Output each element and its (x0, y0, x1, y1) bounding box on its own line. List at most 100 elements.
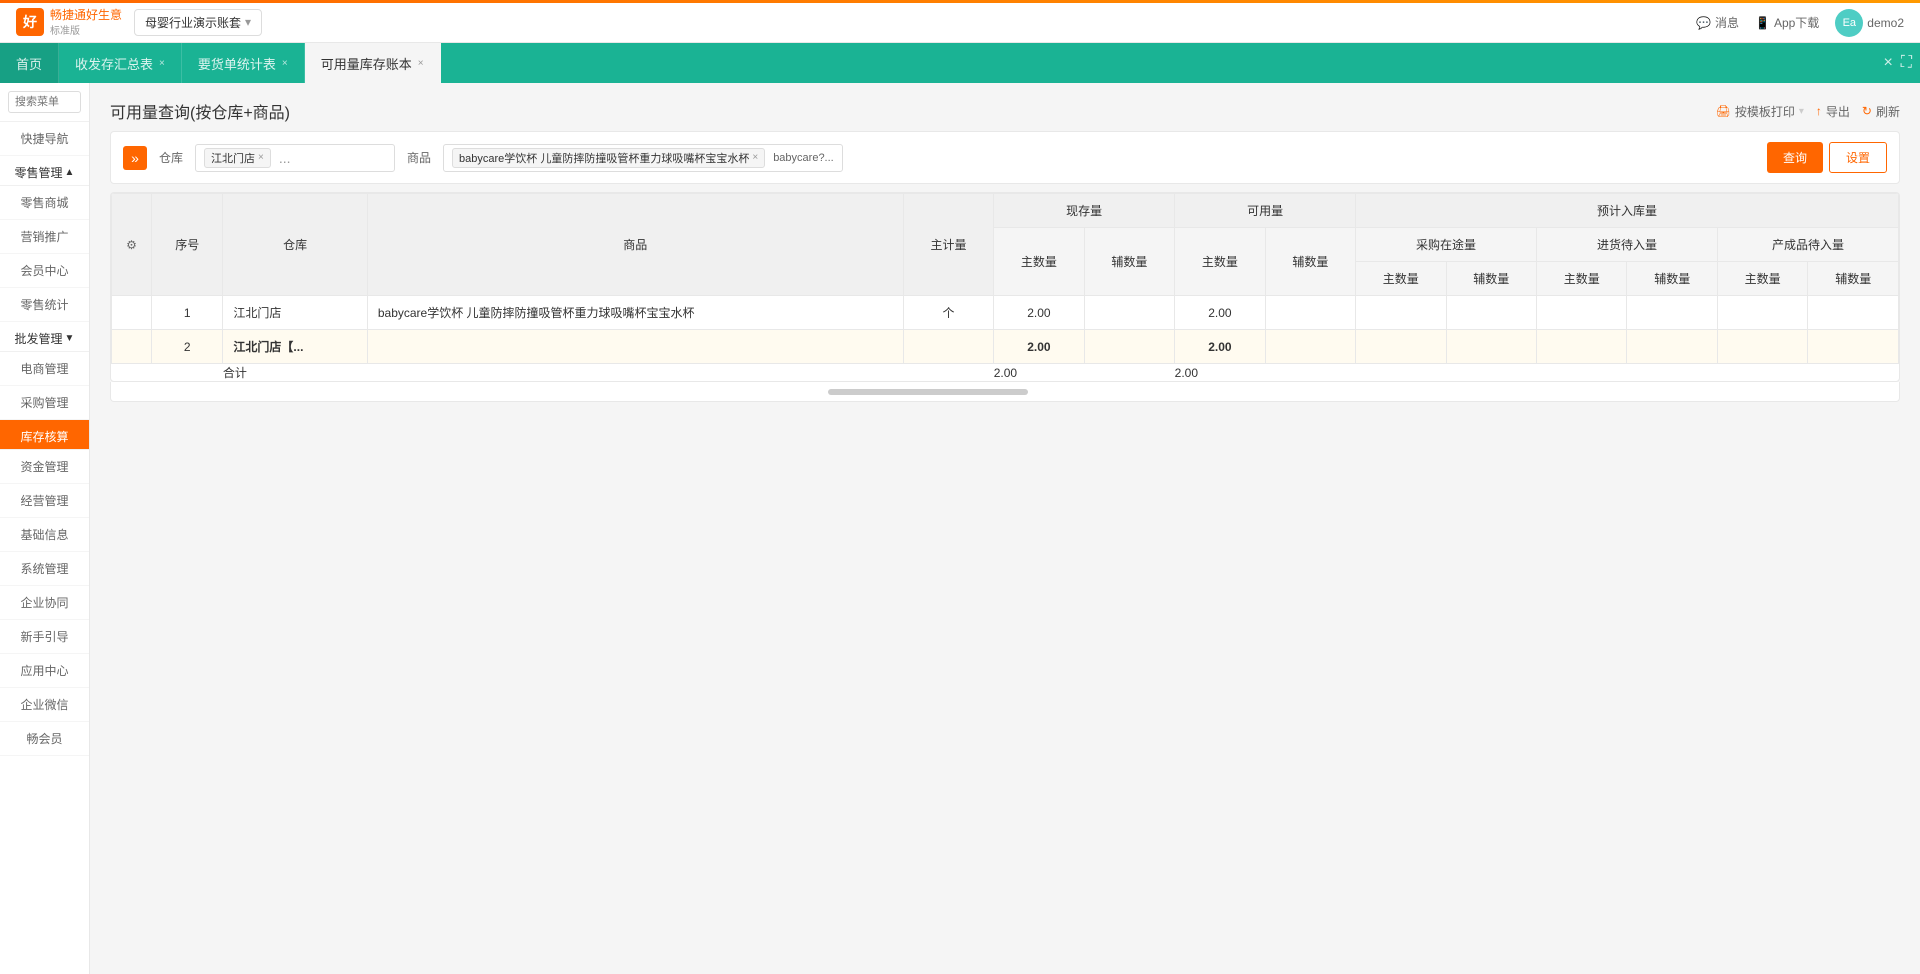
sidebar-item-new-guide[interactable]: 新手引导 (0, 620, 89, 654)
app-download-button[interactable]: 📱 App下载 (1755, 14, 1819, 31)
sidebar-item-member-center[interactable]: 会员中心 (0, 254, 89, 288)
footer-avail-main: 2.00 (1175, 364, 1265, 382)
col-unit: 主计量 (903, 194, 993, 296)
footer-avail-aux (1265, 364, 1355, 382)
nav-tabs: 首页 收发存汇总表 × 要货单统计表 × 可用量库存账本 × × ⛶ (0, 43, 1920, 83)
mobile-icon: 📱 (1755, 16, 1770, 30)
tab-home[interactable]: 首页 (0, 43, 59, 83)
sidebar-item-ecommerce-mgmt[interactable]: 电商管理 (0, 352, 89, 386)
industry-selector[interactable]: 母婴行业演示账套 ▾ (134, 9, 262, 36)
warehouse-dots[interactable]: ... (279, 150, 291, 166)
col-warehouse: 仓库 (223, 194, 367, 296)
sidebar-item-retail-mall[interactable]: 零售商城 (0, 186, 89, 220)
col-incoming-aux: 辅数量 (1627, 262, 1717, 296)
cell-warehouse-2: 江北门店【... (223, 330, 367, 364)
chevron-down-icon: ▾ (245, 15, 251, 29)
logo-sub: 标准版 (50, 22, 122, 37)
sidebar-item-enterprise-collab[interactable]: 企业协同 (0, 586, 89, 620)
product-filter-input[interactable]: babycare学饮杯 儿童防摔防撞吸管杯重力球吸嘴杯宝宝水杯 × babyca… (443, 144, 843, 172)
close-all-tabs-icon[interactable]: × (1883, 54, 1892, 72)
footer-label: 合计 (223, 364, 367, 382)
horizontal-scrollbar[interactable] (828, 389, 1028, 395)
cell-incoming-aux-1 (1627, 296, 1717, 330)
table-header-row-1: ⚙ 序号 仓库 商品 主计量 现存量 可用量 预计入库量 (112, 194, 1899, 228)
cell-purchase-main-1 (1356, 296, 1446, 330)
tab-close-order-stats[interactable]: × (282, 58, 288, 69)
product-extra: babycare?... (773, 152, 834, 164)
col-product: 商品 (367, 194, 903, 296)
sidebar: 快捷导航 零售管理 ▲ 零售商城 营销推广 会员中心 零售统计 批发管理 ▼ 电… (0, 83, 90, 974)
sidebar-item-system-mgmt[interactable]: 系统管理 (0, 552, 89, 586)
sidebar-item-inventory-check[interactable]: 库存核算 (0, 420, 89, 450)
message-icon: 💬 (1696, 16, 1711, 30)
tab-available-inventory[interactable]: 可用量库存账本 × (305, 43, 441, 83)
cell-product-2 (367, 330, 903, 364)
query-button[interactable]: 查询 (1767, 142, 1823, 173)
col-available: 可用量 (1175, 194, 1356, 228)
cell-no-1: 1 (152, 296, 223, 330)
tab-receivable[interactable]: 收发存汇总表 × (59, 43, 182, 83)
col-forecast-in: 预计入库量 (1356, 194, 1899, 228)
sidebar-item-operation-mgmt[interactable]: 经营管理 (0, 484, 89, 518)
footer-current-aux (1084, 364, 1174, 382)
nav-tabs-right: × ⛶ (1883, 54, 1920, 72)
tab-order-stats[interactable]: 要货单统计表 × (182, 43, 305, 83)
layout: 快捷导航 零售管理 ▲ 零售商城 营销推广 会员中心 零售统计 批发管理 ▼ 电… (0, 83, 1920, 974)
cell-purchase-aux-2 (1446, 330, 1536, 364)
filter-area: » 仓库 江北门店 × ... 商品 babycare学饮杯 儿童防摔防撞吸管杯… (110, 131, 1900, 184)
search-input[interactable] (8, 91, 81, 113)
sidebar-item-app-center[interactable]: 应用中心 (0, 654, 89, 688)
export-button[interactable]: ↑ 导出 (1816, 103, 1850, 120)
product-tag-remove[interactable]: × (752, 152, 758, 163)
sidebar-item-marketing[interactable]: 营销推广 (0, 220, 89, 254)
col-available-main: 主数量 (1175, 228, 1265, 296)
sidebar-item-retail-stats[interactable]: 零售统计 (0, 288, 89, 322)
user-profile[interactable]: Ea demo2 (1835, 9, 1904, 37)
warehouse-tag: 江北门店 × (204, 148, 271, 168)
print-icon: 🖨 (1716, 104, 1731, 118)
col-purchase-transit: 采购在途量 (1356, 228, 1537, 262)
page-header: 可用量查询(按仓库+商品) 🖨 按模板打印 ▾ ↑ 导出 ↻ 刷新 (90, 83, 1920, 131)
template-print-button[interactable]: 🖨 按模板打印 ▾ (1716, 103, 1804, 120)
warehouse-filter-input[interactable]: 江北门店 × ... (195, 144, 395, 172)
product-label: 商品 (407, 149, 431, 166)
filter-toggle-button[interactable]: » (123, 146, 147, 170)
sidebar-item-purchase-mgmt[interactable]: 采购管理 (0, 386, 89, 420)
tab-close-available-inventory[interactable]: × (418, 58, 424, 69)
sidebar-item-finance-mgmt[interactable]: 资金管理 (0, 450, 89, 484)
setting-button[interactable]: 设置 (1829, 142, 1887, 173)
sidebar-item-retail-mgmt[interactable]: 零售管理 ▲ (0, 156, 89, 186)
cell-unit-1: 个 (903, 296, 993, 330)
warehouse-tag-remove[interactable]: × (258, 152, 264, 163)
cell-incoming-main-1 (1537, 296, 1627, 330)
table-row: 2 江北门店【... 2.00 2.00 (112, 330, 1899, 364)
fullscreen-icon[interactable]: ⛶ (1901, 54, 1912, 72)
refresh-button[interactable]: ↻ 刷新 (1862, 103, 1900, 120)
sidebar-item-quick-nav[interactable]: 快捷导航 (0, 122, 89, 156)
cell-warehouse-1: 江北门店 (223, 296, 367, 330)
sidebar-search-area (0, 83, 89, 122)
cell-purchase-main-2 (1356, 330, 1446, 364)
col-finished-main: 主数量 (1717, 262, 1807, 296)
cell-purchase-aux-1 (1446, 296, 1536, 330)
footer-current-main: 2.00 (994, 364, 1084, 382)
col-purchase-aux: 辅数量 (1446, 262, 1536, 296)
cell-incoming-main-2 (1537, 330, 1627, 364)
footer-purchase-main (1356, 364, 1446, 382)
avatar: Ea (1835, 9, 1863, 37)
cell-avail-main-2: 2.00 (1175, 330, 1265, 364)
footer-purchase-aux (1446, 364, 1536, 382)
sidebar-item-basic-info[interactable]: 基础信息 (0, 518, 89, 552)
message-button[interactable]: 💬 消息 (1696, 14, 1739, 31)
sidebar-item-enterprise-wechat[interactable]: 企业微信 (0, 688, 89, 722)
cell-finished-main-1 (1717, 296, 1807, 330)
sidebar-item-member-vip[interactable]: 畅会员 (0, 722, 89, 756)
gear-icon[interactable]: ⚙ (126, 238, 137, 252)
cell-avail-main-1: 2.00 (1175, 296, 1265, 330)
sidebar-item-wholesale-mgmt[interactable]: 批发管理 ▼ (0, 322, 89, 352)
tab-close-receivable[interactable]: × (159, 58, 165, 69)
cell-finished-aux-1 (1808, 296, 1899, 330)
chevron-icon: ▲ (65, 167, 75, 178)
warehouse-label: 仓库 (159, 149, 183, 166)
col-current-main: 主数量 (994, 228, 1084, 296)
